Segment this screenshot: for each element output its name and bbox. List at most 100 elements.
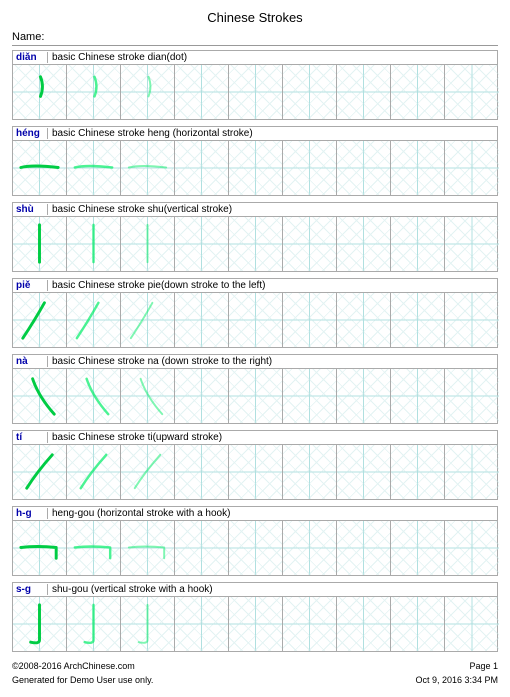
stroke-cell-6-5 (283, 521, 337, 575)
stroke-desc-5: basic Chinese stroke ti(upward stroke) (52, 432, 222, 443)
stroke-pinyin-4: nà (16, 356, 48, 367)
stroke-cell-7-0 (13, 597, 67, 651)
stroke-desc-1: basic Chinese stroke heng (horizontal st… (52, 128, 253, 139)
stroke-cell-1-2 (121, 141, 175, 195)
stroke-cell-2-4 (229, 217, 283, 271)
stroke-cell-2-2 (121, 217, 175, 271)
stroke-cell-3-3 (175, 293, 229, 347)
stroke-section-4: nàbasic Chinese stroke na (down stroke t… (12, 354, 498, 424)
stroke-cell-6-1 (67, 521, 121, 575)
stroke-cell-6-4 (229, 521, 283, 575)
stroke-desc-7: shu-gou (vertical stroke with a hook) (52, 584, 213, 595)
stroke-section-1: héngbasic Chinese stroke heng (horizonta… (12, 126, 498, 196)
stroke-cell-7-7 (391, 597, 445, 651)
stroke-cell-6-2 (121, 521, 175, 575)
stroke-cell-4-2 (121, 369, 175, 423)
stroke-cell-3-4 (229, 293, 283, 347)
stroke-cell-5-3 (175, 445, 229, 499)
stroke-desc-6: heng-gou (horizontal stroke with a hook) (52, 508, 230, 519)
stroke-cell-6-3 (175, 521, 229, 575)
stroke-cell-4-7 (391, 369, 445, 423)
stroke-cell-4-3 (175, 369, 229, 423)
stroke-section-0: diǎnbasic Chinese stroke dian(dot) (12, 50, 498, 120)
stroke-cell-6-6 (337, 521, 391, 575)
stroke-cell-7-8 (445, 597, 499, 651)
stroke-cell-7-2 (121, 597, 175, 651)
name-line: Name: (12, 31, 498, 46)
stroke-cells-5 (13, 445, 497, 499)
stroke-pinyin-7: s-g (16, 584, 48, 595)
stroke-cell-5-8 (445, 445, 499, 499)
footer-left: ©2008-2016 ArchChinese.com Generated for… (12, 660, 153, 687)
stroke-header-4: nàbasic Chinese stroke na (down stroke t… (13, 355, 497, 369)
stroke-cell-2-6 (337, 217, 391, 271)
stroke-cell-6-7 (391, 521, 445, 575)
stroke-cells-3 (13, 293, 497, 347)
stroke-cell-1-3 (175, 141, 229, 195)
footer-right: Page 1 Oct 9, 2016 3:34 PM (415, 660, 498, 687)
stroke-cells-7 (13, 597, 497, 651)
stroke-desc-2: basic Chinese stroke shu(vertical stroke… (52, 204, 232, 215)
stroke-cell-7-3 (175, 597, 229, 651)
stroke-desc-3: basic Chinese stroke pie(down stroke to … (52, 280, 265, 291)
stroke-header-5: tí basic Chinese stroke ti(upward stroke) (13, 431, 497, 445)
page-title: Chinese Strokes (12, 10, 498, 25)
stroke-cell-2-8 (445, 217, 499, 271)
stroke-cell-2-7 (391, 217, 445, 271)
stroke-header-2: shù basic Chinese stroke shu(vertical str… (13, 203, 497, 217)
stroke-cell-2-1 (67, 217, 121, 271)
stroke-cell-0-5 (283, 65, 337, 119)
stroke-pinyin-2: shù (16, 204, 48, 215)
stroke-cell-4-5 (283, 369, 337, 423)
stroke-cell-6-8 (445, 521, 499, 575)
stroke-cell-7-1 (67, 597, 121, 651)
stroke-cell-0-0 (13, 65, 67, 119)
stroke-cell-7-4 (229, 597, 283, 651)
stroke-cell-0-7 (391, 65, 445, 119)
stroke-cell-3-2 (121, 293, 175, 347)
stroke-cell-2-3 (175, 217, 229, 271)
stroke-cell-1-6 (337, 141, 391, 195)
stroke-cell-7-6 (337, 597, 391, 651)
stroke-header-0: diǎnbasic Chinese stroke dian(dot) (13, 51, 497, 65)
stroke-cell-0-6 (337, 65, 391, 119)
stroke-cell-5-0 (13, 445, 67, 499)
stroke-cell-5-5 (283, 445, 337, 499)
footer-date: Oct 9, 2016 3:34 PM (415, 674, 498, 688)
stroke-cells-0 (13, 65, 497, 119)
stroke-cell-5-2 (121, 445, 175, 499)
stroke-cells-6 (13, 521, 497, 575)
stroke-cell-4-6 (337, 369, 391, 423)
stroke-cell-5-7 (391, 445, 445, 499)
stroke-cell-0-4 (229, 65, 283, 119)
stroke-cell-2-5 (283, 217, 337, 271)
stroke-cell-6-0 (13, 521, 67, 575)
stroke-cell-3-6 (337, 293, 391, 347)
stroke-cell-3-0 (13, 293, 67, 347)
footer-copyright: ©2008-2016 ArchChinese.com (12, 660, 153, 674)
stroke-cell-4-0 (13, 369, 67, 423)
stroke-cell-1-5 (283, 141, 337, 195)
stroke-header-7: s-g shu-gou (vertical stroke with a hook) (13, 583, 497, 597)
stroke-section-5: tí basic Chinese stroke ti(upward stroke) (12, 430, 498, 500)
stroke-section-2: shù basic Chinese stroke shu(vertical str… (12, 202, 498, 272)
stroke-header-6: h-gheng-gou (horizontal stroke with a ho… (13, 507, 497, 521)
stroke-cell-1-4 (229, 141, 283, 195)
stroke-section-3: piěbasic Chinese stroke pie(down stroke … (12, 278, 498, 348)
stroke-section-7: s-g shu-gou (vertical stroke with a hook) (12, 582, 498, 652)
stroke-pinyin-5: tí (16, 432, 48, 443)
stroke-desc-0: basic Chinese stroke dian(dot) (52, 52, 187, 63)
stroke-cell-7-5 (283, 597, 337, 651)
stroke-cell-0-8 (445, 65, 499, 119)
stroke-cells-1 (13, 141, 497, 195)
stroke-section-6: h-gheng-gou (horizontal stroke with a ho… (12, 506, 498, 576)
stroke-cell-1-1 (67, 141, 121, 195)
stroke-cell-4-4 (229, 369, 283, 423)
stroke-cell-1-8 (445, 141, 499, 195)
stroke-cell-5-6 (337, 445, 391, 499)
stroke-cell-3-1 (67, 293, 121, 347)
stroke-cell-1-0 (13, 141, 67, 195)
stroke-cell-3-5 (283, 293, 337, 347)
footer: ©2008-2016 ArchChinese.com Generated for… (12, 660, 498, 687)
stroke-cell-0-1 (67, 65, 121, 119)
